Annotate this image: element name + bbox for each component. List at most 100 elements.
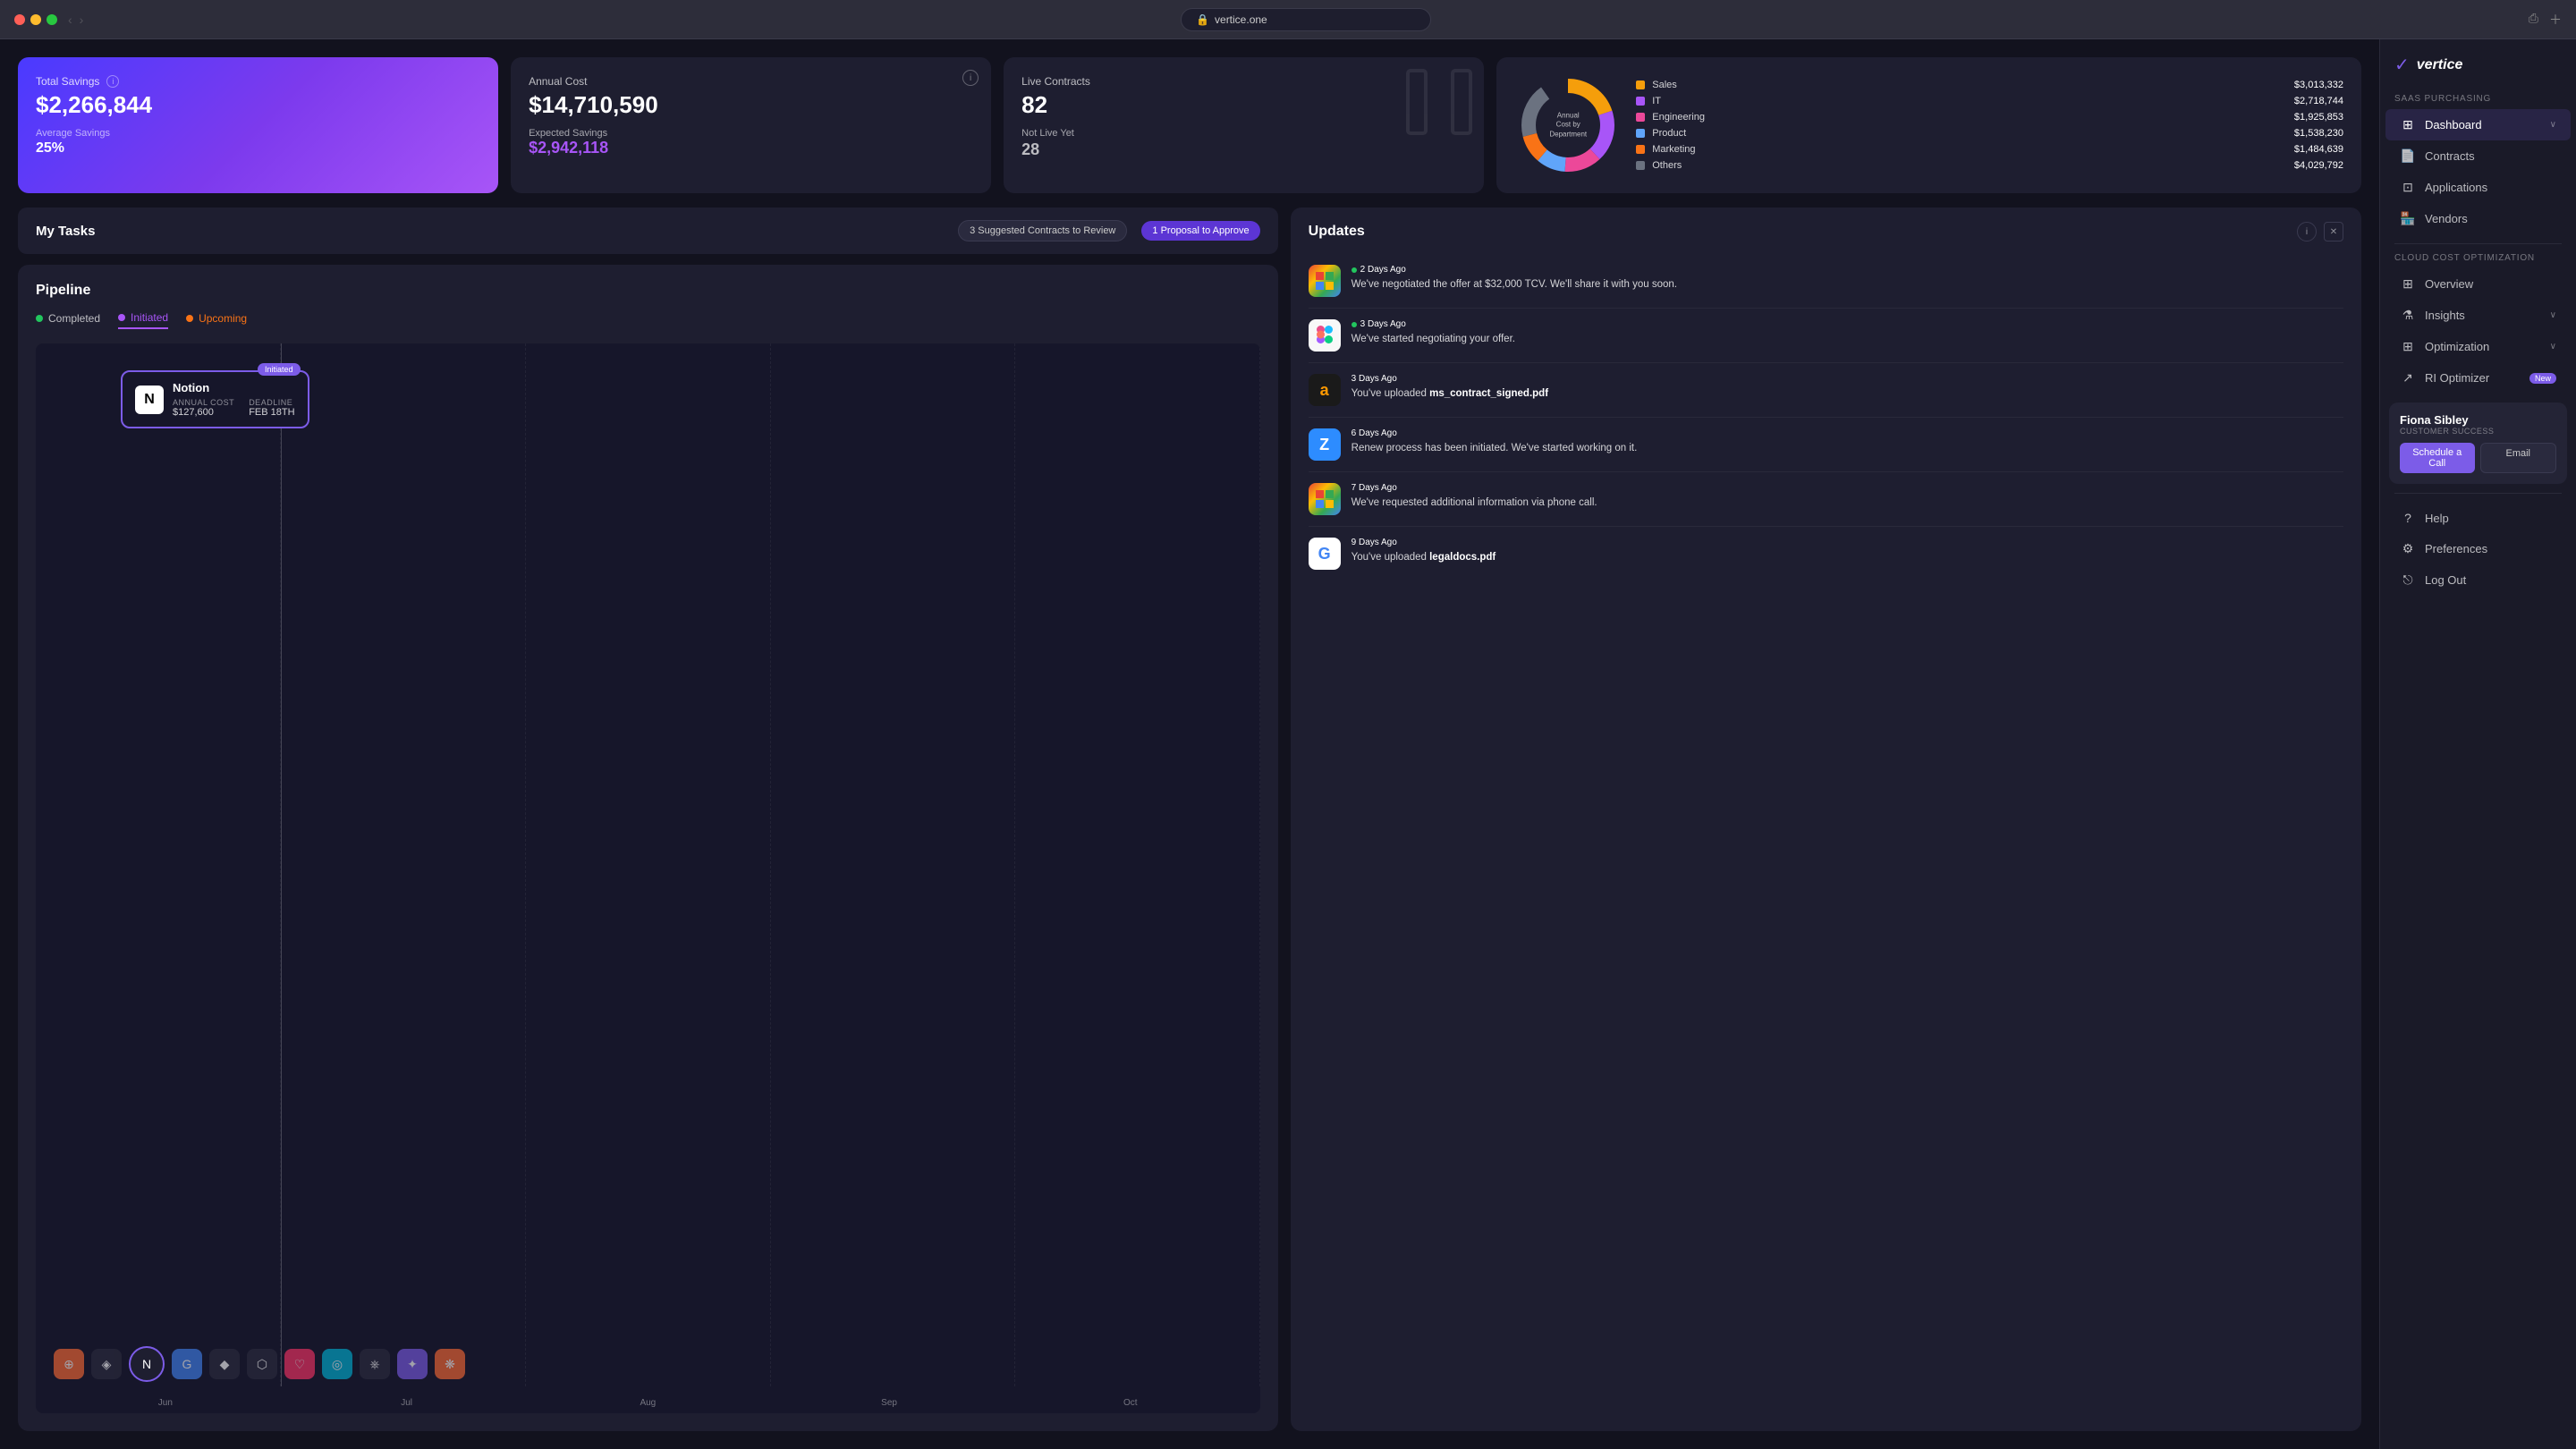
preferences-icon: ⚙ xyxy=(2400,541,2416,556)
col-aug xyxy=(526,343,771,1386)
col-oct xyxy=(1015,343,1260,1386)
amazon-logo: a xyxy=(1309,374,1341,406)
help-icon: ? xyxy=(2400,511,2416,525)
initiated-dot xyxy=(118,314,125,321)
tab-initiated[interactable]: Initiated xyxy=(118,311,168,329)
ri-optimizer-label: RI Optimizer xyxy=(2425,371,2489,385)
sidebar-item-insights[interactable]: ⚗ Insights ∨ xyxy=(2385,300,2571,331)
app-icon-5[interactable]: ♡ xyxy=(284,1349,315,1379)
sidebar-item-dashboard[interactable]: ⊞ Dashboard ∨ xyxy=(2385,109,2571,140)
app-icon-6[interactable]: ◎ xyxy=(322,1349,352,1379)
col-sep xyxy=(771,343,1016,1386)
app-icon-7[interactable]: ⎈ xyxy=(360,1349,390,1379)
notion-tooltip[interactable]: Initiated N Notion ANNUAL COST $127,600 xyxy=(121,370,309,428)
pipeline-tabs: Completed Initiated Upcoming xyxy=(36,311,1260,329)
update-time-4: 6 Days Ago xyxy=(1352,428,2343,438)
traffic-lights xyxy=(14,14,57,25)
dept-item-it: IT $2,718,744 xyxy=(1636,96,2343,106)
app-icon-3[interactable]: ◆ xyxy=(209,1349,240,1379)
others-name: Others xyxy=(1652,160,2287,171)
sidebar-item-optimization[interactable]: ⊞ Optimization ∨ xyxy=(2385,331,2571,362)
minimize-button[interactable] xyxy=(30,14,41,25)
vendors-icon: 🏪 xyxy=(2400,211,2416,226)
tab-upcoming[interactable]: Upcoming xyxy=(186,311,247,329)
insights-chevron: ∨ xyxy=(2550,310,2556,320)
timeline-labels: Jun Jul Aug Sep Oct xyxy=(36,1398,1260,1408)
expected-savings-label: Expected Savings xyxy=(529,128,973,139)
sidebar-item-help[interactable]: ? Help xyxy=(2385,503,2571,533)
annual-cost-info-icon[interactable]: i xyxy=(962,70,979,86)
optimization-label: Optimization xyxy=(2425,340,2489,353)
notion-app-icon[interactable]: N xyxy=(129,1346,165,1382)
bracket-bg-icon xyxy=(1403,66,1475,138)
notion-info: Notion ANNUAL COST $127,600 DEADLINE FEB… xyxy=(173,381,295,418)
app-icon-google[interactable]: G xyxy=(172,1349,202,1379)
updates-actions: i ✕ xyxy=(2297,222,2343,242)
update-text-6: You've uploaded legaldocs.pdf xyxy=(1352,550,2343,564)
overview-icon: ⊞ xyxy=(2400,276,2416,292)
browser-actions: ⎙ ＋ xyxy=(2529,11,2562,29)
sidebar-item-applications[interactable]: ⊡ Applications xyxy=(2385,172,2571,203)
updates-close-button[interactable]: ✕ xyxy=(2324,222,2343,242)
app-icon-4[interactable]: ⬡ xyxy=(247,1349,277,1379)
sidebar-item-preferences[interactable]: ⚙ Preferences xyxy=(2385,533,2571,564)
total-savings-card: Total Savings i $2,266,844 Average Savin… xyxy=(18,57,498,193)
new-tab-icon[interactable]: ＋ xyxy=(2549,11,2562,29)
sidebar-item-vendors[interactable]: 🏪 Vendors xyxy=(2385,203,2571,234)
suggested-contracts-badge[interactable]: 3 Suggested Contracts to Review xyxy=(958,220,1127,242)
share-icon[interactable]: ⎙ xyxy=(2529,11,2538,29)
update-content-3: 3 Days Ago You've uploaded ms_contract_s… xyxy=(1352,374,2343,406)
total-savings-label: Total Savings i xyxy=(36,75,480,88)
completed-dot xyxy=(36,315,43,322)
sidebar-item-overview[interactable]: ⊞ Overview xyxy=(2385,268,2571,300)
maximize-button[interactable] xyxy=(47,14,57,25)
notion-cost-label: ANNUAL COST xyxy=(173,398,234,407)
update-text-5: We've requested additional information v… xyxy=(1352,496,2343,510)
initiated-label: Initiated xyxy=(131,311,168,324)
sales-name: Sales xyxy=(1652,80,2287,90)
zoom-logo: Z xyxy=(1309,428,1341,461)
notion-deadline-label: DEADLINE xyxy=(249,398,294,407)
ri-optimizer-icon: ↗ xyxy=(2400,370,2416,386)
pipeline-chart: Initiated N Notion ANNUAL COST $127,600 xyxy=(36,343,1260,1413)
total-savings-info-icon[interactable]: i xyxy=(106,75,119,88)
left-panel: My Tasks 3 Suggested Contracts to Review… xyxy=(18,208,1278,1431)
update-link-6[interactable]: legaldocs.pdf xyxy=(1429,552,1496,563)
app-icon-8[interactable]: ✦ xyxy=(397,1349,428,1379)
nav-arrows: ‹ › xyxy=(68,13,83,27)
update-content-4: 6 Days Ago Renew process has been initia… xyxy=(1352,428,2343,461)
update-content-2: 3 Days Ago We've started negotiating you… xyxy=(1352,319,2343,352)
back-arrow-icon[interactable]: ‹ xyxy=(68,13,72,27)
sidebar-logo: ✓ vertice xyxy=(2380,54,2576,94)
forward-arrow-icon[interactable]: › xyxy=(80,13,84,27)
update-item-3: a 3 Days Ago You've uploaded ms_contract… xyxy=(1309,363,2343,418)
updates-info-button[interactable]: i xyxy=(2297,222,2317,242)
col-jul xyxy=(281,343,527,1386)
dept-item-engineering: Engineering $1,925,853 xyxy=(1636,112,2343,123)
it-name: IT xyxy=(1652,96,2287,106)
app-icon-9[interactable]: ❋ xyxy=(435,1349,465,1379)
label-jun: Jun xyxy=(45,1398,286,1408)
marketing-amount: $1,484,639 xyxy=(2294,144,2343,155)
email-button[interactable]: Email xyxy=(2480,443,2557,473)
url-input[interactable]: 🔒 vertice.one xyxy=(1181,8,1431,31)
proposal-badge[interactable]: 1 Proposal to Approve xyxy=(1141,221,1259,241)
my-tasks-bar: My Tasks 3 Suggested Contracts to Review… xyxy=(18,208,1278,254)
marketing-name: Marketing xyxy=(1652,144,2287,155)
schedule-call-button[interactable]: Schedule a Call xyxy=(2400,443,2475,473)
tab-completed[interactable]: Completed xyxy=(36,311,100,329)
sidebar-item-logout[interactable]: ⎋ Log Out xyxy=(2385,564,2571,596)
total-savings-value: $2,266,844 xyxy=(36,91,480,119)
update-link-3[interactable]: ms_contract_signed.pdf xyxy=(1429,388,1548,399)
figma-logo-icon xyxy=(1317,326,1333,345)
sidebar-item-ri-optimizer[interactable]: ↗ RI Optimizer New xyxy=(2385,362,2571,394)
close-button[interactable] xyxy=(14,14,25,25)
update-text-4: Renew process has been initiated. We've … xyxy=(1352,441,2343,455)
contracts-icon: 📄 xyxy=(2400,148,2416,164)
app-icon-1[interactable]: ⊕ xyxy=(54,1349,84,1379)
label-sep: Sep xyxy=(768,1398,1010,1408)
sidebar-item-contracts[interactable]: 📄 Contracts xyxy=(2385,140,2571,172)
update-item-5: 7 Days Ago We've requested additional in… xyxy=(1309,472,2343,527)
update-item-6: G 9 Days Ago You've uploaded legaldocs.p… xyxy=(1309,527,2343,580)
app-icon-2[interactable]: ◈ xyxy=(91,1349,122,1379)
